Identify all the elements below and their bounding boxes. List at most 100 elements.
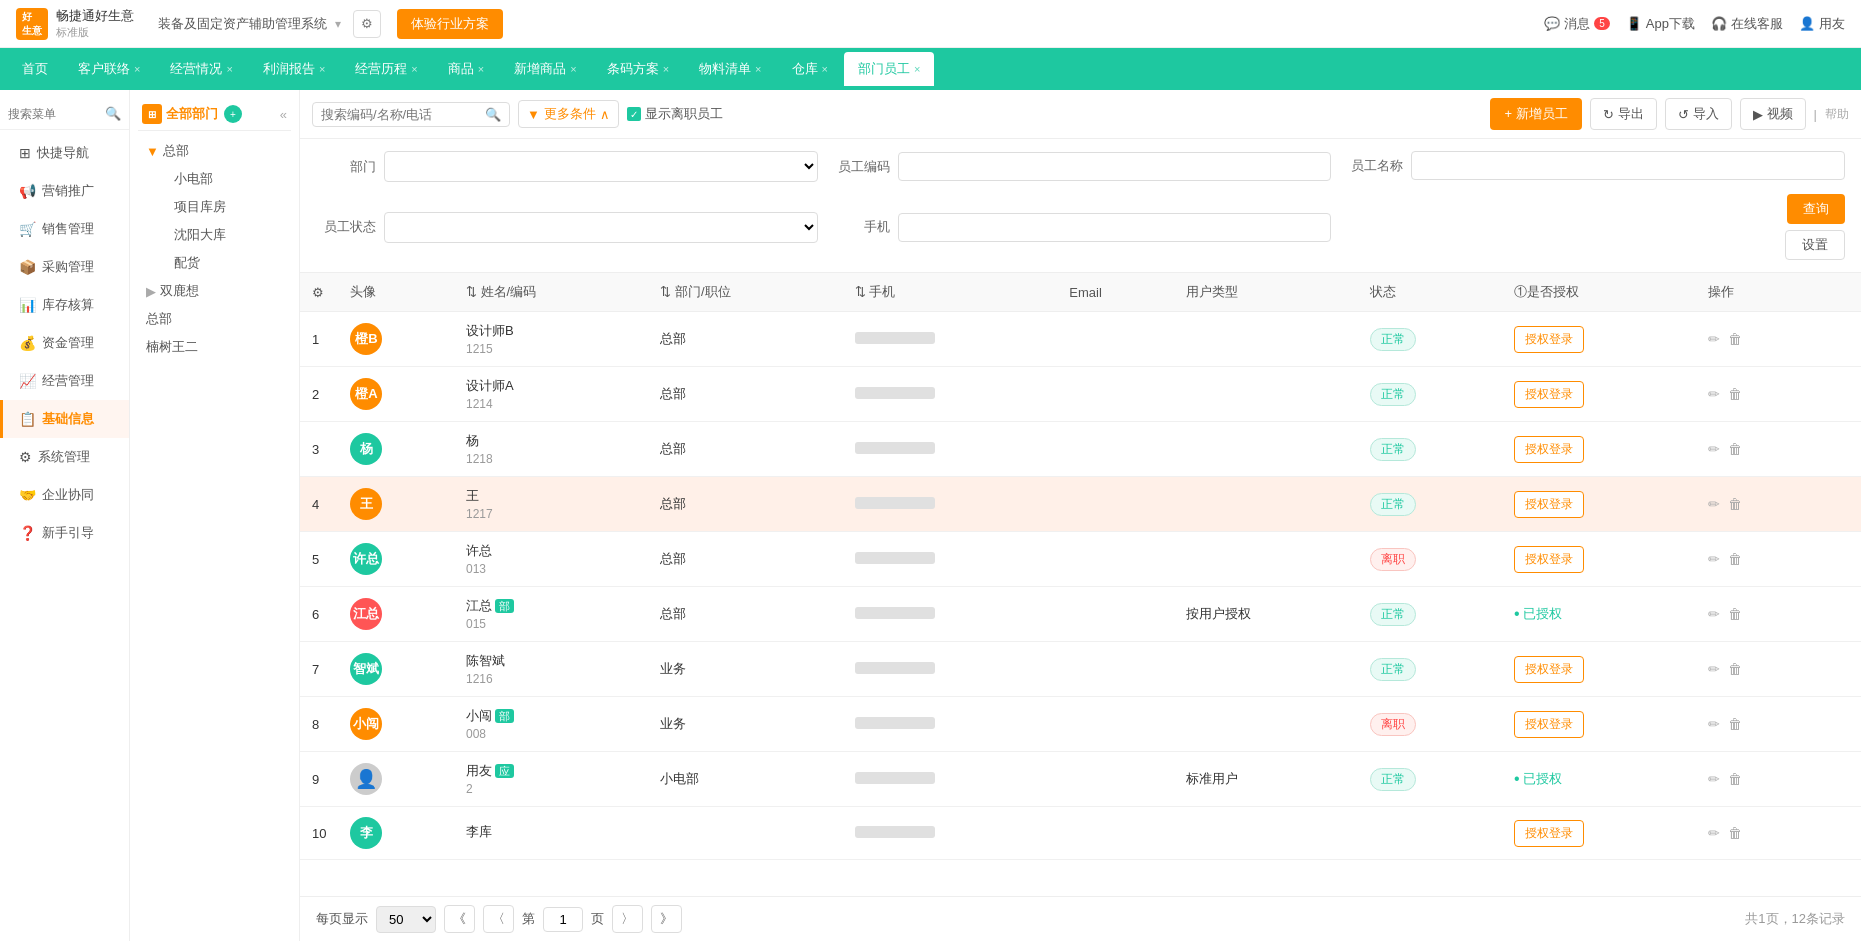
auth-login-button[interactable]: 授权登录 [1514,820,1584,847]
delete-button[interactable]: 🗑 [1728,386,1742,402]
tab-close-icon[interactable]: × [822,63,828,75]
export-button[interactable]: ↻ 导出 [1590,98,1657,130]
tab-close-icon[interactable]: × [663,63,669,75]
tab-close-icon[interactable]: × [319,63,325,75]
search-button[interactable]: 查询 [1787,194,1845,224]
auth-login-button[interactable]: 授权登录 [1514,491,1584,518]
tab-close-icon[interactable]: × [755,63,761,75]
collapse-sidebar-icon[interactable]: « [280,107,287,122]
set-button[interactable]: 设置 [1785,230,1845,260]
sidebar-item-system[interactable]: ⚙系统管理 [0,438,129,476]
dept-item-shenyangdaku[interactable]: 沈阳大库 [158,221,291,249]
tab-close-icon[interactable]: × [411,63,417,75]
edit-button[interactable]: ✏ [1708,441,1720,457]
dept-item-peihuo[interactable]: 配货 [158,249,291,277]
empcode-filter-input[interactable] [898,152,1332,181]
delete-button[interactable]: 🗑 [1728,606,1742,622]
nav-tab-经营情况[interactable]: 经营情况× [156,52,246,86]
video-button[interactable]: ▶ 视频 [1740,98,1806,130]
auth-login-button[interactable]: 授权登录 [1514,546,1584,573]
nav-tab-物料清单[interactable]: 物料清单× [685,52,775,86]
dept-item-zongbu2[interactable]: 总部 [138,305,291,333]
help-text[interactable]: 帮助 [1825,106,1849,123]
sidebar-item-marketing[interactable]: 📢营销推广 [0,172,129,210]
prev-page-button[interactable]: 〈 [483,905,514,933]
sidebar-item-quick-nav[interactable]: ⊞快捷导航 [0,134,129,172]
edit-button[interactable]: ✏ [1708,825,1720,841]
tab-close-icon[interactable]: × [478,63,484,75]
online-service-button[interactable]: 🎧 在线客服 [1711,15,1783,33]
tab-close-icon[interactable]: × [134,63,140,75]
sidebar-item-purchase[interactable]: 📦采购管理 [0,248,129,286]
nav-tab-客户联络[interactable]: 客户联络× [64,52,154,86]
all-departments-button[interactable]: ⊞ 全部部门 [142,104,218,124]
empstatus-filter-select[interactable] [384,212,818,243]
sidebar-item-operation[interactable]: 📈经营管理 [0,362,129,400]
delete-button[interactable]: 🗑 [1728,771,1742,787]
dept-item-shuanglu[interactable]: ▶双鹿想 [138,277,291,305]
auth-login-button[interactable]: 授权登录 [1514,656,1584,683]
first-page-button[interactable]: 《 [444,905,475,933]
app-download-button[interactable]: 📱 App下载 [1626,15,1695,33]
nav-tab-新增商品[interactable]: 新增商品× [500,52,590,86]
last-page-button[interactable]: 》 [651,905,682,933]
auth-login-button[interactable]: 授权登录 [1514,436,1584,463]
gear-button[interactable]: ⚙ [353,10,381,38]
delete-button[interactable]: 🗑 [1728,496,1742,512]
delete-button[interactable]: 🗑 [1728,825,1742,841]
delete-button[interactable]: 🗑 [1728,661,1742,677]
edit-button[interactable]: ✏ [1708,716,1720,732]
more-filter-button[interactable]: ▼ 更多条件 ∧ [518,100,619,128]
show-resigned-toggle[interactable]: ✓ 显示离职员工 [627,105,723,123]
search-input[interactable] [321,107,481,122]
dept-item-xiangmukufang[interactable]: 项目库房 [158,193,291,221]
delete-button[interactable]: 🗑 [1728,331,1742,347]
sidebar-item-corp[interactable]: 🤝企业协同 [0,476,129,514]
delete-button[interactable]: 🗑 [1728,441,1742,457]
sidebar-item-finance[interactable]: 💰资金管理 [0,324,129,362]
sidebar-item-basic[interactable]: 📋基础信息 [0,400,129,438]
page-size-select[interactable]: 50 100 200 [376,906,436,933]
nav-tab-首页[interactable]: 首页 [8,52,62,86]
edit-button[interactable]: ✏ [1708,771,1720,787]
sidebar-item-inventory[interactable]: 📊库存核算 [0,286,129,324]
dept-item-xiaodianbu[interactable]: 小电部 [158,165,291,193]
help-button[interactable]: | [1814,107,1817,122]
nav-tab-利润报告[interactable]: 利润报告× [249,52,339,86]
col-name-code[interactable]: ⇅ 姓名/编码 [454,273,648,312]
nav-tab-商品[interactable]: 商品× [434,52,498,86]
edit-button[interactable]: ✏ [1708,606,1720,622]
nav-tab-仓库[interactable]: 仓库× [778,52,842,86]
sidebar-item-guide[interactable]: ❓新手引导 [0,514,129,552]
col-dept-position[interactable]: ⇅ 部门/职位 [648,273,842,312]
tab-close-icon[interactable]: × [226,63,232,75]
dept-filter-select[interactable] [384,151,818,182]
nav-tab-经营历程[interactable]: 经营历程× [341,52,431,86]
edit-button[interactable]: ✏ [1708,551,1720,567]
edit-button[interactable]: ✏ [1708,331,1720,347]
system-dropdown-arrow[interactable]: ▾ [335,17,341,31]
edit-button[interactable]: ✏ [1708,496,1720,512]
sidebar-search-input[interactable] [8,107,105,121]
dept-item-nanshuwangr[interactable]: 楠树王二 [138,333,291,361]
col-settings[interactable]: ⚙ [300,273,338,312]
next-page-button[interactable]: 〉 [612,905,643,933]
empname-filter-input[interactable] [1411,151,1845,180]
add-employee-button[interactable]: + 新增员工 [1490,98,1581,130]
tab-close-icon[interactable]: × [914,63,920,75]
edit-button[interactable]: ✏ [1708,386,1720,402]
user-area[interactable]: 👤 用友 [1799,15,1845,33]
tab-close-icon[interactable]: × [570,63,576,75]
page-number-input[interactable] [543,907,583,932]
add-dept-icon[interactable]: + [224,105,242,123]
auth-login-button[interactable]: 授权登录 [1514,326,1584,353]
nav-tab-条码方案[interactable]: 条码方案× [593,52,683,86]
edit-button[interactable]: ✏ [1708,661,1720,677]
nav-tab-部门员工[interactable]: 部门员工× [844,52,934,86]
auth-login-button[interactable]: 授权登录 [1514,711,1584,738]
import-button[interactable]: ↺ 导入 [1665,98,1732,130]
delete-button[interactable]: 🗑 [1728,716,1742,732]
sidebar-item-sales[interactable]: 🛒销售管理 [0,210,129,248]
message-button[interactable]: 💬 消息 5 [1544,15,1610,33]
trial-button[interactable]: 体验行业方案 [397,9,503,39]
